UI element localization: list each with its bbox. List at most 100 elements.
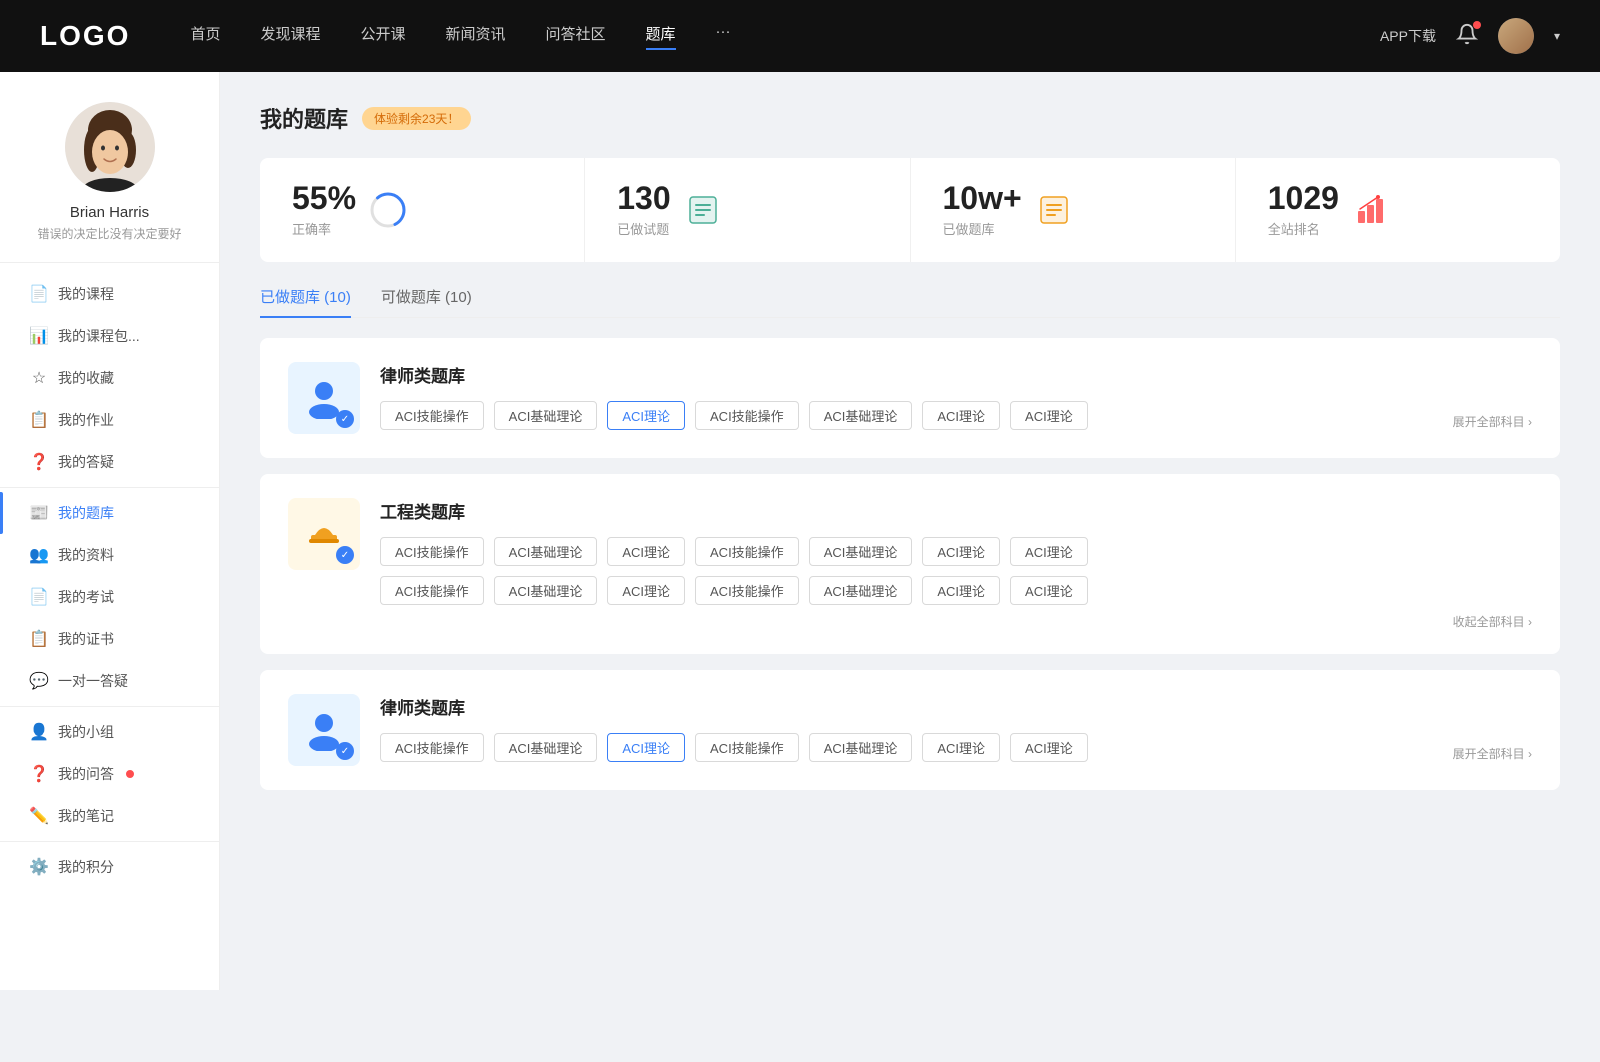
qbank-2-row1-tag-0[interactable]: ACI技能操作 [380,537,484,566]
qbank-icon-engineer: ✓ [288,498,360,570]
app-download-button[interactable]: APP下载 [1380,26,1436,46]
my-note-label: 我的笔记 [58,806,114,826]
qbank-3-tag-0[interactable]: ACI技能操作 [380,733,484,762]
my-points-label: 我的积分 [58,857,114,877]
my-exam-label: 我的考试 [58,587,114,607]
sidebar: Brian Harris 错误的决定比没有决定要好 📄 我的课程 📊 我的课程包… [0,72,220,990]
qbank-1-tag-2[interactable]: ACI理论 [607,401,685,430]
qbank-2-row1-tag-5[interactable]: ACI理论 [922,537,1000,566]
sidebar-item-my-homework[interactable]: 📋 我的作业 [0,399,219,441]
nav-open-course[interactable]: 公开课 [360,23,405,50]
sidebar-menu: 📄 我的课程 📊 我的课程包... ☆ 我的收藏 📋 我的作业 ❓ 我的答疑 📰… [0,273,219,888]
qbank-3-tag-5[interactable]: ACI理论 [922,733,1000,762]
sidebar-item-my-qbank[interactable]: 📰 我的题库 [0,492,219,534]
nav-more[interactable]: ··· [716,23,731,50]
my-qbank-icon: 📰 [30,504,48,522]
sidebar-avatar [65,102,155,192]
qbank-2-row2-tag-5[interactable]: ACI理论 [922,576,1000,605]
qbank-icon-lawyer-3: ✓ [288,694,360,766]
qbank-card-3: ✓ 律师类题库 ACI技能操作ACI基础理论ACI理论ACI技能操作ACI基础理… [260,670,1560,790]
my-homework-icon: 📋 [30,411,48,429]
qbank-expand-3[interactable]: 展开全部科目 › [1453,745,1532,762]
my-cert-label: 我的证书 [58,629,114,649]
qbank-1-tag-4[interactable]: ACI基础理论 [809,401,913,430]
my-group-icon: 👤 [30,723,48,741]
qbank-3-tag-2[interactable]: ACI理论 [607,733,685,762]
user-menu-chevron[interactable]: ▾ [1554,29,1560,43]
nav-qbank[interactable]: 题库 [646,23,676,50]
qbank-expand-1[interactable]: 展开全部科目 › [1453,413,1532,430]
sidebar-item-my-qa[interactable]: ❓ 我的答疑 [0,441,219,483]
qbank-2-row2-tag-0[interactable]: ACI技能操作 [380,576,484,605]
qbank-2-row1-tag-3[interactable]: ACI技能操作 [695,537,799,566]
qbank-1-tag-5[interactable]: ACI理论 [922,401,1000,430]
sidebar-divider-12 [0,841,219,842]
qbank-2-row2-tag-4[interactable]: ACI基础理论 [809,576,913,605]
qbank-2-row2-tag-2[interactable]: ACI理论 [607,576,685,605]
stat-accuracy-number: 55% [292,182,356,214]
my-qa-label: 我的答疑 [58,452,114,472]
sidebar-item-one-on-one[interactable]: 💬 一对一答疑 [0,660,219,702]
sidebar-divider-4 [0,487,219,488]
check-badge-eng: ✓ [336,546,354,564]
qbank-1-tag-0[interactable]: ACI技能操作 [380,401,484,430]
page-title: 我的题库 [260,102,348,134]
tab-done-qbank[interactable]: 已做题库 (10) [260,286,351,317]
qbank-1-tag-6[interactable]: ACI理论 [1010,401,1088,430]
qbank-2-row2-tag-6[interactable]: ACI理论 [1010,576,1088,605]
my-collect-label: 我的收藏 [58,368,114,388]
qbank-3-tag-6[interactable]: ACI理论 [1010,733,1088,762]
stat-accuracy: 55% 正确率 [260,158,585,262]
sidebar-profile: Brian Harris 错误的决定比没有决定要好 [0,102,219,263]
notification-bell[interactable] [1456,23,1478,50]
stat-done-questions: 130 已做试题 [585,158,910,262]
nav-qa[interactable]: 问答社区 [546,23,606,50]
sidebar-item-my-course[interactable]: 📄 我的课程 [0,273,219,315]
qbank-card-2: ✓ 工程类题库 ACI技能操作ACI基础理论ACI理论ACI技能操作ACI基础理… [260,474,1560,654]
qbank-2-row1-tag-4[interactable]: ACI基础理论 [809,537,913,566]
sidebar-item-my-profile[interactable]: 👥 我的资料 [0,534,219,576]
sidebar-item-my-collect[interactable]: ☆ 我的收藏 [0,357,219,399]
sidebar-item-my-points[interactable]: ⚙️ 我的积分 [0,846,219,888]
nav-discover[interactable]: 发现课程 [260,23,320,50]
qbank-2-row1-tag-2[interactable]: ACI理论 [607,537,685,566]
qbank-3-tag-3[interactable]: ACI技能操作 [695,733,799,762]
my-question-icon: ❓ [30,765,48,783]
qbank-3-tag-1[interactable]: ACI基础理论 [494,733,598,762]
stat-done-qbank-label: 已做题库 [943,219,1022,238]
qbank-2-row2-tag-3[interactable]: ACI技能操作 [695,576,799,605]
my-note-icon: ✏️ [30,807,48,825]
my-collect-icon: ☆ [30,369,48,387]
my-question-label: 我的问答 [58,764,114,784]
qbank-3-tag-4[interactable]: ACI基础理论 [809,733,913,762]
qbank-tags-1: ACI技能操作 ACI基础理论 ACI理论 ACI技能操作 ACI基础理论 ACI理论 AC… [380,401,1088,430]
check-badge: ✓ [336,410,354,428]
sidebar-item-my-exam[interactable]: 📄 我的考试 [0,576,219,618]
qbank-1-tag-1[interactable]: ACI基础理论 [494,401,598,430]
sidebar-item-my-cert[interactable]: 📋 我的证书 [0,618,219,660]
qbank-2-row1-tag-1[interactable]: ACI基础理论 [494,537,598,566]
qbank-1-tag-3[interactable]: ACI技能操作 [695,401,799,430]
tab-available-qbank[interactable]: 可做题库 (10) [381,286,472,317]
nav-news[interactable]: 新闻资讯 [446,23,506,50]
sidebar-item-my-group[interactable]: 👤 我的小组 [0,711,219,753]
my-course-icon: 📄 [30,285,48,303]
qbank-collapse-2[interactable]: 收起全部科目 › [1453,613,1532,630]
sidebar-item-my-note[interactable]: ✏️ 我的笔记 [0,795,219,837]
stat-done-qbank-icon [1036,192,1072,228]
my-profile-label: 我的资料 [58,545,114,565]
one-on-one-icon: 💬 [30,672,48,690]
my-qa-icon: ❓ [30,453,48,471]
sidebar-item-my-question[interactable]: ❓ 我的问答 [0,753,219,795]
topnav: LOGO 首页 发现课程 公开课 新闻资讯 问答社区 题库 ··· APP下载 … [0,0,1600,72]
user-avatar[interactable] [1498,18,1534,54]
my-points-icon: ⚙️ [30,858,48,876]
qbank-2-row2-tag-1[interactable]: ACI基础理论 [494,576,598,605]
sidebar-item-my-course-pkg[interactable]: 📊 我的课程包... [0,315,219,357]
qbank-title-1: 律师类题库 [380,362,1532,387]
notification-dot-my-question [126,770,134,778]
my-course-pkg-icon: 📊 [30,327,48,345]
nav-home[interactable]: 首页 [190,23,220,50]
my-profile-icon: 👥 [30,546,48,564]
qbank-2-row1-tag-6[interactable]: ACI理论 [1010,537,1088,566]
